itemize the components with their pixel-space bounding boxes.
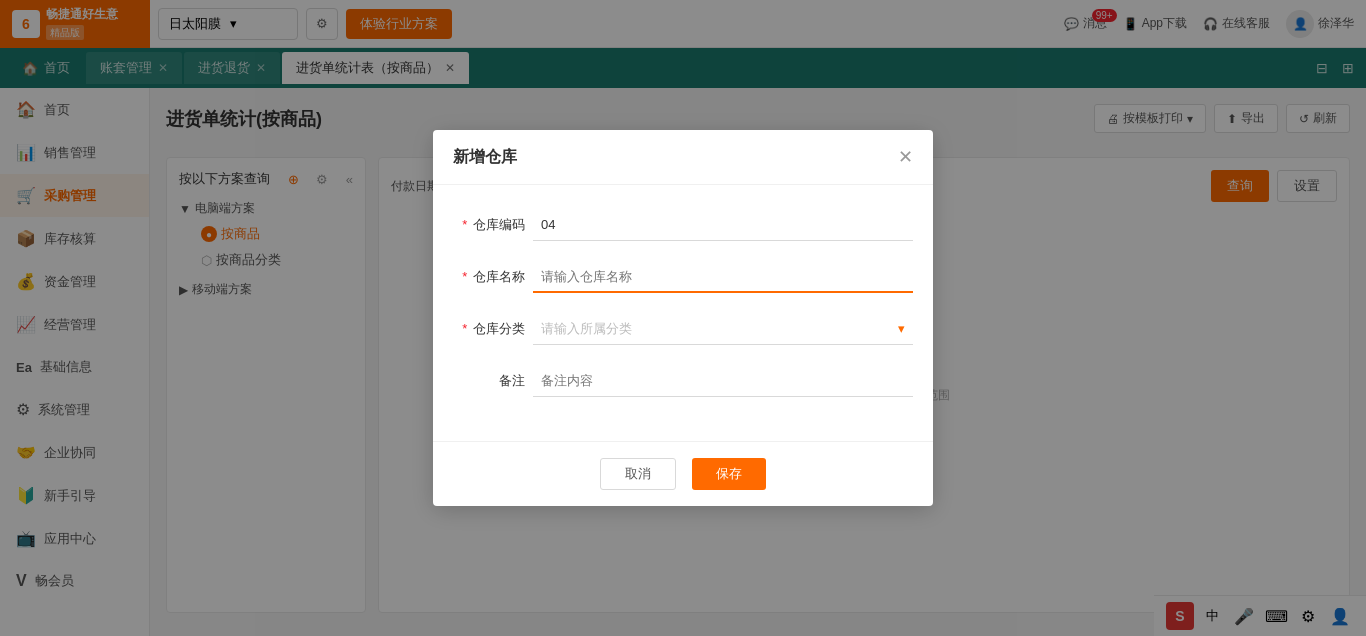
cancel-button[interactable]: 取消 bbox=[600, 458, 676, 490]
note-label: 备注 bbox=[453, 372, 533, 390]
modal-body: * 仓库编码 * 仓库名称 * 仓库分类 请输入所属 bbox=[433, 185, 933, 441]
form-row-name: * 仓库名称 bbox=[453, 261, 913, 293]
code-label: * 仓库编码 bbox=[453, 216, 533, 234]
form-row-category: * 仓库分类 请输入所属分类 ▾ bbox=[453, 313, 913, 345]
warehouse-name-input[interactable] bbox=[533, 261, 913, 293]
category-placeholder: 请输入所属分类 bbox=[541, 320, 632, 338]
warehouse-note-input[interactable] bbox=[533, 365, 913, 397]
warehouse-code-input[interactable] bbox=[533, 209, 913, 241]
modal-header: 新增仓库 ✕ bbox=[433, 130, 933, 185]
modal-new-warehouse: 新增仓库 ✕ * 仓库编码 * 仓库名称 bbox=[433, 130, 933, 506]
name-label: * 仓库名称 bbox=[453, 268, 533, 286]
form-row-code: * 仓库编码 bbox=[453, 209, 913, 241]
modal-footer: 取消 保存 bbox=[433, 441, 933, 506]
form-row-note: 备注 bbox=[453, 365, 913, 397]
modal-close-button[interactable]: ✕ bbox=[898, 146, 913, 168]
save-button[interactable]: 保存 bbox=[692, 458, 766, 490]
modal-title: 新增仓库 bbox=[453, 147, 517, 168]
category-dropdown-icon: ▾ bbox=[898, 321, 905, 336]
warehouse-category-select[interactable]: 请输入所属分类 ▾ bbox=[533, 313, 913, 345]
modal-overlay[interactable]: 新增仓库 ✕ * 仓库编码 * 仓库名称 bbox=[0, 0, 1366, 636]
category-label: * 仓库分类 bbox=[453, 320, 533, 338]
